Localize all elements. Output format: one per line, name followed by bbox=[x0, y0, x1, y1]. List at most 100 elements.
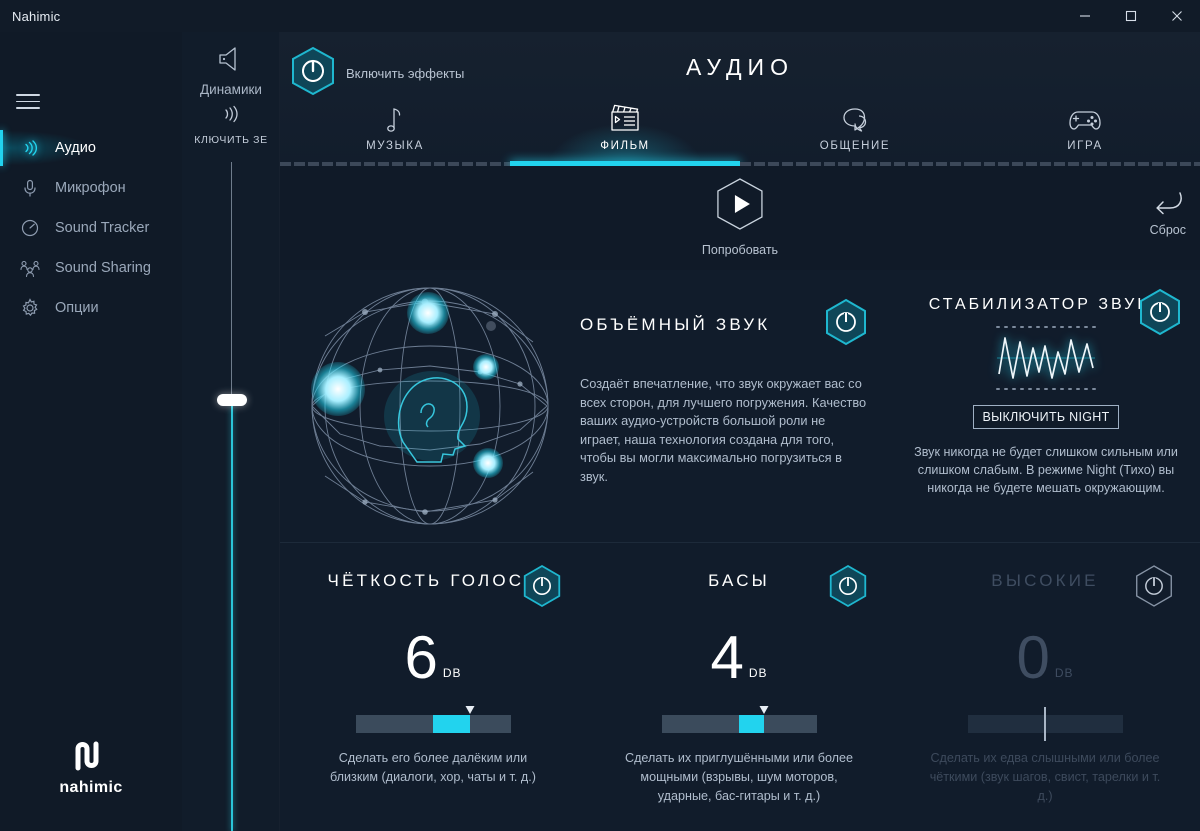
equalizer-slider-fill bbox=[739, 715, 764, 733]
tab-music[interactable]: МУЗЫКА bbox=[280, 92, 510, 166]
sidebar-item-microphone[interactable]: Микрофон bbox=[0, 168, 182, 208]
sidebar-item-label: Микрофон bbox=[55, 180, 126, 196]
undo-arrow-icon bbox=[1150, 190, 1186, 221]
tab-label: ИГРА bbox=[1067, 140, 1103, 152]
equalizer-slider[interactable] bbox=[967, 707, 1123, 741]
top-panels: ОБЪЁМНЫЙ ЗВУК Создаёт впечатление, что з… bbox=[280, 270, 1200, 542]
gear-icon bbox=[18, 296, 42, 320]
tab-communication[interactable]: ОБЩЕНИЕ bbox=[740, 92, 970, 166]
sphere-glow-dot bbox=[311, 362, 365, 416]
maximize-button[interactable] bbox=[1108, 0, 1154, 32]
tab-label: ФИЛЬМ bbox=[600, 140, 650, 152]
surround-description: Создаёт впечатление, что звук окружает в… bbox=[580, 376, 867, 484]
try-label: Попробовать bbox=[701, 243, 779, 257]
equalizer-description: Сделать их приглушёнными или более мощны… bbox=[624, 751, 854, 803]
share-people-icon bbox=[18, 256, 42, 280]
equalizer-title: ВЫСОКИЕ bbox=[991, 571, 1099, 590]
play-hex-icon bbox=[714, 176, 766, 237]
equalizer-title: БАСЫ bbox=[708, 571, 770, 590]
reset-button[interactable]: Сброс bbox=[1150, 190, 1186, 237]
sound-waves-icon[interactable] bbox=[182, 102, 280, 131]
equalizer-description: Сделать их едва слышными или более чётки… bbox=[929, 751, 1161, 803]
tab-movie[interactable]: ФИЛЬМ bbox=[510, 92, 740, 166]
equalizer-slider[interactable] bbox=[355, 706, 511, 733]
equalizer-slider-thumb[interactable] bbox=[759, 706, 769, 714]
surround-panel: ОБЪЁМНЫЙ ЗВУК Создаёт впечатление, что з… bbox=[280, 270, 892, 542]
microphone-icon bbox=[18, 176, 42, 200]
nahimic-logo: nahimic bbox=[0, 738, 182, 797]
nahimic-window: Nahimic Аудио Микрофон Sound Tracker Sou… bbox=[0, 0, 1200, 831]
tab-game[interactable]: ИГРА bbox=[970, 92, 1200, 166]
volume-slider[interactable] bbox=[216, 162, 247, 831]
nahimic-logo-icon bbox=[71, 738, 111, 777]
speaker-icon[interactable] bbox=[182, 44, 280, 79]
gamepad-icon bbox=[1067, 104, 1103, 134]
power-hex-icon[interactable] bbox=[1138, 288, 1182, 341]
music-note-icon bbox=[383, 104, 407, 134]
minimize-button[interactable] bbox=[1062, 0, 1108, 32]
equalizer-value: 4 bbox=[710, 624, 745, 691]
volume-slider-thumb[interactable] bbox=[216, 394, 247, 406]
sphere-head-icon bbox=[280, 270, 580, 542]
radar-icon bbox=[18, 216, 42, 240]
equalizer-unit: DB bbox=[1054, 666, 1074, 680]
power-hex-icon[interactable] bbox=[824, 298, 868, 351]
sphere-glow-dot bbox=[473, 448, 503, 478]
nahimic-logo-text: nahimic bbox=[59, 779, 123, 796]
sidebar: Аудио Микрофон Sound Tracker Sound Shari… bbox=[0, 32, 182, 831]
equalizer-slider-thumb[interactable] bbox=[1044, 707, 1046, 741]
profile-tabs: МУЗЫКА ФИЛЬМ ОБЩЕНИЕ ИГРА bbox=[280, 92, 1200, 166]
equalizer-description: Сделать его более далёким или близким (д… bbox=[330, 751, 536, 784]
try-button[interactable]: Попробовать bbox=[702, 176, 778, 257]
waveform-icon bbox=[983, 322, 1109, 399]
power-hex-icon[interactable] bbox=[828, 564, 868, 613]
sidebar-item-label: Sound Sharing bbox=[55, 260, 151, 276]
close-button[interactable] bbox=[1154, 0, 1200, 32]
mute-toggle-label[interactable]: КЛЮЧИТЬ ЗЕ bbox=[182, 134, 280, 146]
equalizer-title: ЧЁТКОСТЬ ГОЛОСА bbox=[327, 571, 539, 590]
sidebar-item-label: Sound Tracker bbox=[55, 220, 150, 236]
volume-track-filled bbox=[230, 406, 233, 831]
volume-track-upper bbox=[231, 162, 232, 400]
sphere-glow-dot bbox=[407, 292, 449, 334]
power-hex-icon[interactable] bbox=[522, 564, 562, 613]
hamburger-icon[interactable] bbox=[16, 94, 40, 110]
equalizer-slider-thumb[interactable] bbox=[465, 706, 475, 714]
sphere-glow-dot bbox=[473, 354, 499, 380]
equalizer-slider[interactable] bbox=[661, 706, 817, 733]
page-title: АУДИО bbox=[686, 54, 794, 80]
sidebar-item-sound-sharing[interactable]: Sound Sharing bbox=[0, 248, 182, 288]
equalizer-value: 6 bbox=[404, 624, 439, 691]
sidebar-item-audio[interactable]: Аудио bbox=[0, 128, 182, 168]
power-hex-icon[interactable] bbox=[1134, 564, 1174, 613]
stabilizer-title: СТАБИЛИЗАТОР ЗВУКА bbox=[928, 296, 1164, 313]
stabilizer-panel: СТАБИЛИЗАТОР ЗВУКА ВЫКЛЮЧИТЬ NIGHT Звук … bbox=[892, 270, 1200, 542]
sidebar-item-label: Опции bbox=[55, 300, 99, 316]
window-title: Nahimic bbox=[12, 8, 61, 24]
night-mode-button[interactable]: ВЫКЛЮЧИТЬ NIGHT bbox=[973, 404, 1119, 429]
equalizer-bass: БАСЫ 4 DB Сделать их приглушёнными или б… bbox=[586, 542, 892, 831]
surround-text-block: ОБЪЁМНЫЙ ЗВУК Создаёт впечатление, что з… bbox=[580, 270, 892, 542]
sidebar-item-sound-tracker[interactable]: Sound Tracker bbox=[0, 208, 182, 248]
tab-label: ОБЩЕНИЕ bbox=[819, 140, 891, 152]
title-bar: Nahimic bbox=[0, 0, 1200, 32]
sidebar-item-options[interactable]: Опции bbox=[0, 288, 182, 328]
main-content: Включить эффекты АУДИО МУЗЫКА ФИЛЬМ ОБЩЕ… bbox=[280, 32, 1200, 831]
stabilizer-description: Звук никогда не будет слишком сильным ил… bbox=[914, 444, 1178, 496]
equalizer-slider-fill bbox=[433, 715, 471, 733]
equalizer-unit: DB bbox=[442, 666, 462, 680]
reset-label: Сброс bbox=[1149, 223, 1186, 237]
window-controls bbox=[1062, 0, 1200, 32]
equalizer-voice-clarity: ЧЁТКОСТЬ ГОЛОСА 6 DB Сделать его более д… bbox=[280, 542, 586, 831]
equalizer-treble: ВЫСОКИЕ 0 DB Сделать их едва слышными ил… bbox=[892, 542, 1198, 831]
surround-title: ОБЪЁМНЫЙ ЗВУК bbox=[580, 314, 771, 334]
speech-bubble-icon bbox=[838, 104, 872, 134]
sidebar-item-label: Аудио bbox=[55, 140, 96, 156]
main-header: Включить эффекты АУДИО МУЗЫКА ФИЛЬМ ОБЩЕ… bbox=[280, 32, 1200, 166]
sidebar-nav: Аудио Микрофон Sound Tracker Sound Shari… bbox=[0, 128, 182, 328]
device-label: Динамики bbox=[200, 82, 262, 97]
actions-row: Попробовать Сброс bbox=[280, 166, 1200, 270]
equalizer-unit: DB bbox=[748, 666, 768, 680]
audio-waves-icon bbox=[18, 136, 42, 160]
equalizer-panels: ЧЁТКОСТЬ ГОЛОСА 6 DB Сделать его более д… bbox=[280, 542, 1200, 831]
